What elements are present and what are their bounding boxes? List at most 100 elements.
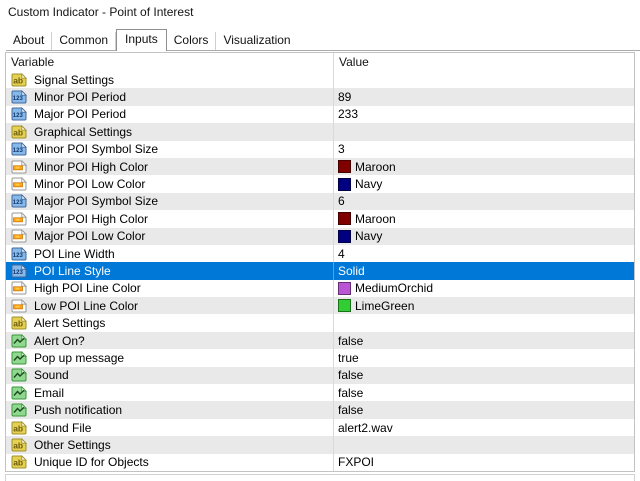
row-value: FXPOI bbox=[338, 455, 375, 470]
value-cell[interactable]: 233 bbox=[333, 105, 634, 124]
value-cell[interactable]: true bbox=[333, 349, 634, 367]
value-cell[interactable]: false bbox=[333, 366, 634, 385]
value-cell[interactable]: false bbox=[333, 331, 634, 350]
table-row[interactable]: ab Sound File alert2.wav bbox=[6, 418, 634, 437]
row-label: Sound bbox=[34, 368, 69, 383]
variable-cell: Minor POI Low Color bbox=[6, 175, 333, 192]
number-param-icon: 123 bbox=[10, 194, 28, 208]
row-value: false bbox=[338, 333, 364, 348]
table-row[interactable]: Pop up message true bbox=[6, 349, 634, 367]
table-row[interactable]: ab Unique ID for Objects FXPOI bbox=[6, 453, 634, 471]
color-swatch bbox=[338, 177, 351, 191]
value-cell[interactable]: Navy bbox=[333, 175, 634, 193]
bool-param-icon bbox=[10, 333, 28, 348]
column-header-variable[interactable]: Variable bbox=[6, 53, 333, 71]
value-cell[interactable]: 6 bbox=[333, 192, 634, 211]
value-cell[interactable]: false bbox=[333, 384, 634, 402]
row-label: Major POI Period bbox=[34, 107, 127, 122]
table-row[interactable]: ab Other Settings bbox=[6, 436, 634, 454]
tab-colors[interactable]: Colors bbox=[167, 32, 217, 50]
variable-cell: ab Sound File bbox=[6, 419, 333, 436]
tab-inputs[interactable]: Inputs bbox=[116, 29, 167, 51]
table-row[interactable]: 123 Major POI Period 233 bbox=[6, 105, 634, 124]
table-header: Variable Value bbox=[6, 53, 634, 71]
value-cell[interactable]: MediumOrchid bbox=[333, 279, 634, 298]
row-value: Maroon bbox=[355, 211, 396, 226]
row-value: false bbox=[338, 385, 364, 400]
value-cell[interactable] bbox=[333, 123, 634, 141]
tab-bar: About Common Inputs Colors Visualization bbox=[6, 29, 640, 51]
variable-cell: ab Signal Settings bbox=[6, 71, 333, 88]
table-row[interactable]: 123 POI Line Style Solid bbox=[6, 262, 634, 280]
variable-cell: High POI Line Color bbox=[6, 280, 333, 297]
row-label: Pop up message bbox=[34, 350, 125, 365]
value-cell[interactable]: false bbox=[333, 401, 634, 419]
value-cell[interactable]: Maroon bbox=[333, 157, 634, 176]
row-label: Email bbox=[34, 385, 65, 400]
color-param-icon bbox=[10, 298, 28, 313]
table-row[interactable]: 123 POI Line Width 4 bbox=[6, 244, 634, 263]
row-value: 6 bbox=[338, 194, 345, 209]
table-row[interactable]: 123 Minor POI Symbol Size 3 bbox=[6, 140, 634, 158]
text-param-icon: ab bbox=[10, 420, 28, 435]
color-swatch bbox=[338, 212, 351, 226]
variable-cell: Major POI High Color bbox=[6, 210, 333, 227]
variable-cell: ab Unique ID for Objects bbox=[6, 454, 333, 471]
value-cell[interactable]: 89 bbox=[333, 88, 634, 106]
tab-visualization[interactable]: Visualization bbox=[216, 32, 297, 50]
text-param-icon: ab bbox=[10, 455, 28, 469]
table-row[interactable]: Major POI High Color Maroon bbox=[6, 210, 634, 228]
value-cell[interactable]: Maroon bbox=[333, 210, 634, 228]
tab-about[interactable]: About bbox=[6, 32, 53, 50]
table-row[interactable]: Minor POI High Color Maroon bbox=[6, 157, 634, 176]
table-row[interactable]: Low POI Line Color LimeGreen bbox=[6, 297, 634, 315]
text-param-icon: ab bbox=[10, 72, 28, 87]
table-row[interactable]: Minor POI Low Color Navy bbox=[6, 175, 634, 193]
color-param-icon bbox=[10, 211, 28, 226]
row-value: alert2.wav bbox=[338, 420, 393, 435]
row-value: true bbox=[338, 350, 359, 365]
tab-common[interactable]: Common bbox=[52, 32, 117, 50]
number-param-icon: 123 bbox=[10, 246, 28, 261]
value-cell[interactable]: Solid bbox=[333, 262, 634, 280]
table-rows: ab Signal Settings 123 Minor POI Period 89 12… bbox=[6, 71, 634, 471]
row-value: false bbox=[338, 403, 364, 418]
row-label: POI Line Style bbox=[34, 263, 111, 278]
row-value: 3 bbox=[338, 142, 345, 157]
table-row[interactable]: ab Signal Settings bbox=[6, 71, 634, 89]
row-label: Alert Settings bbox=[34, 316, 106, 331]
table-row[interactable]: Push notification false bbox=[6, 401, 634, 419]
color-param-icon bbox=[10, 177, 28, 191]
value-cell[interactable]: 4 bbox=[333, 244, 634, 263]
value-cell[interactable]: LimeGreen bbox=[333, 297, 634, 315]
table-row[interactable]: Major POI Low Color Navy bbox=[6, 227, 634, 245]
value-cell[interactable]: Navy bbox=[333, 227, 634, 245]
variable-cell: Email bbox=[6, 384, 333, 401]
table-row[interactable]: High POI Line Color MediumOrchid bbox=[6, 279, 634, 298]
row-value: Solid bbox=[338, 263, 365, 278]
value-cell[interactable] bbox=[333, 314, 634, 332]
value-cell[interactable]: 3 bbox=[333, 140, 634, 158]
number-param-icon: 123 bbox=[10, 264, 28, 278]
variable-cell: ab Alert Settings bbox=[6, 314, 333, 331]
svg-text:ab: ab bbox=[13, 319, 23, 329]
value-cell[interactable] bbox=[333, 71, 634, 89]
row-label: Minor POI Period bbox=[34, 90, 127, 105]
row-value: Navy bbox=[355, 229, 383, 244]
table-row[interactable]: ab Alert Settings bbox=[6, 314, 634, 332]
table-row[interactable]: Sound false bbox=[6, 366, 634, 385]
color-swatch bbox=[338, 299, 351, 313]
table-row[interactable]: 123 Major POI Symbol Size 6 bbox=[6, 192, 634, 211]
row-value: 4 bbox=[338, 246, 345, 261]
column-header-value[interactable]: Value bbox=[333, 53, 634, 71]
value-cell[interactable]: FXPOI bbox=[333, 453, 634, 471]
inputs-table: Variable Value ab Signal Settings 123 Minor… bbox=[5, 52, 635, 472]
table-row[interactable]: ab Graphical Settings bbox=[6, 123, 634, 141]
svg-text:123: 123 bbox=[13, 252, 24, 258]
value-cell[interactable] bbox=[333, 436, 634, 454]
value-cell[interactable]: alert2.wav bbox=[333, 418, 634, 437]
table-row[interactable]: Email false bbox=[6, 384, 634, 402]
table-row[interactable]: Alert On? false bbox=[6, 331, 634, 350]
table-row[interactable]: 123 Minor POI Period 89 bbox=[6, 88, 634, 106]
row-label: High POI Line Color bbox=[34, 281, 141, 296]
